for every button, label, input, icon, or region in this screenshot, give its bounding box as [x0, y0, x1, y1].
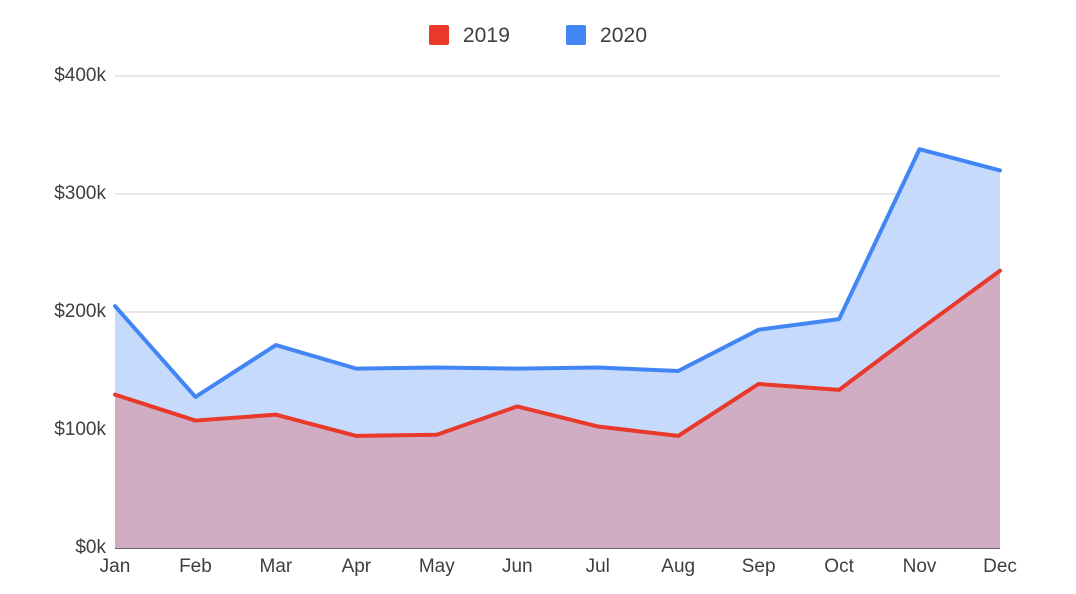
x-axis-tick-label: Mar: [259, 556, 293, 577]
y-axis-tick-label: $300k: [54, 183, 106, 204]
x-axis-tick-label: Aug: [661, 556, 696, 577]
x-axis-tick-label: Jan: [99, 556, 131, 577]
x-axis-tick-label: Jul: [585, 556, 610, 577]
x-axis-tick-label: Dec: [983, 556, 1017, 577]
y-axis: $0k $100k $200k $300k $400k: [0, 0, 106, 594]
chart-canvas: [113, 75, 1002, 549]
area-chart: 2019 2020 $0k $100k $200k $300k $400k Jan Feb…: [0, 0, 1076, 594]
x-axis-tick-label: Sep: [741, 556, 776, 577]
x-axis-tick-label: Feb: [179, 556, 212, 577]
x-axis-tick-label: Apr: [341, 556, 372, 577]
y-axis-tick-label: $200k: [54, 301, 106, 322]
x-axis-tick-label: Jun: [501, 556, 533, 577]
x-axis: Jan Feb Mar Apr May Jun Jul Aug Sep Oct Nov Dec: [0, 556, 1076, 594]
x-axis-tick-label: Nov: [902, 556, 937, 577]
plot-area: [0, 0, 1076, 594]
x-axis-tick-label: Oct: [824, 556, 854, 577]
y-axis-tick-label: $100k: [54, 419, 106, 440]
x-axis-tick-label: May: [418, 556, 455, 577]
y-axis-tick-label: $400k: [54, 65, 106, 86]
